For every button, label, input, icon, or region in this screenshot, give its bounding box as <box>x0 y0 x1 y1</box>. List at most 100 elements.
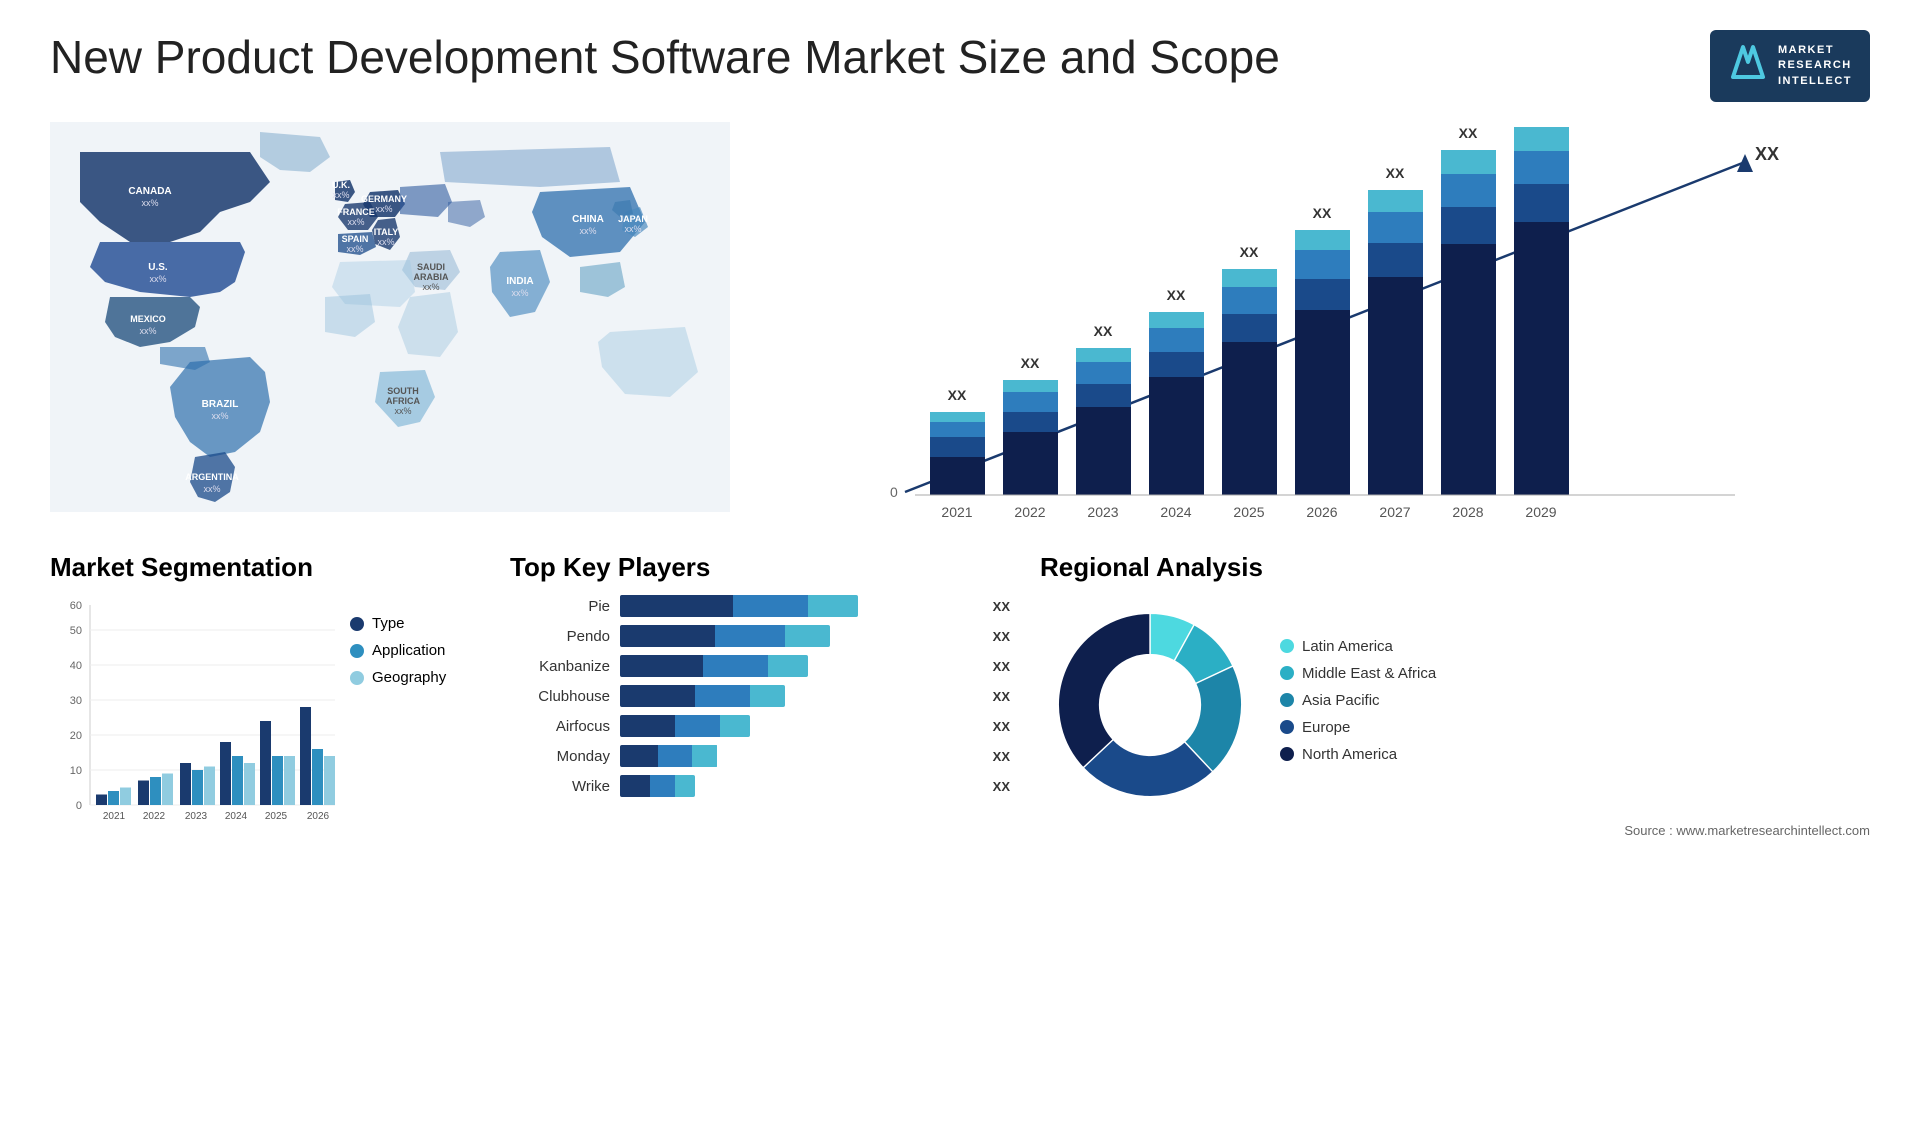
svg-text:AFRICA: AFRICA <box>386 396 420 406</box>
svg-text:xx%: xx% <box>511 288 528 298</box>
legend-dot <box>1280 666 1294 680</box>
bar-seg-light <box>720 715 750 737</box>
svg-text:xx%: xx% <box>139 326 156 336</box>
svg-text:XX: XX <box>948 387 967 403</box>
player-row: KanbanizeXX <box>510 655 1010 677</box>
svg-text:ARABIA: ARABIA <box>414 272 449 282</box>
svg-text:xx%: xx% <box>346 244 363 254</box>
player-bar-segments <box>620 655 808 677</box>
key-players-title: Top Key Players <box>510 552 1010 583</box>
regional-legend: Latin America Middle East & Africa Asia Pa… <box>1280 638 1436 773</box>
svg-text:xx%: xx% <box>203 484 220 494</box>
svg-text:SAUDI: SAUDI <box>417 262 445 272</box>
seg-dot-application <box>350 644 364 658</box>
svg-text:2023: 2023 <box>185 811 208 822</box>
player-bar-segments <box>620 715 750 737</box>
svg-text:xx%: xx% <box>141 198 158 208</box>
svg-text:SPAIN: SPAIN <box>342 234 369 244</box>
svg-text:2028: 2028 <box>1452 504 1483 520</box>
regional-title: Regional Analysis <box>1040 552 1870 583</box>
legend-dot <box>1280 693 1294 707</box>
seg-label-geography: Geography <box>372 669 446 686</box>
svg-text:INDIA: INDIA <box>506 276 533 287</box>
svg-text:2026: 2026 <box>307 811 330 822</box>
legend-dot <box>1280 747 1294 761</box>
svg-text:2022: 2022 <box>143 811 166 822</box>
svg-text:0: 0 <box>76 800 82 812</box>
svg-text:XX: XX <box>1167 287 1186 303</box>
bar-seg-dark <box>620 685 695 707</box>
seg-legend: Type Application Geography <box>350 615 446 696</box>
svg-text:xx%: xx% <box>624 224 641 234</box>
player-row: PendoXX <box>510 625 1010 647</box>
legend-label: Middle East & Africa <box>1302 665 1436 682</box>
segmentation-section: Market Segmentation 0 10 20 30 40 50 60 <box>50 552 480 845</box>
page: New Product Development Software Market … <box>0 0 1920 1146</box>
seg-dot-geography <box>350 671 364 685</box>
svg-text:xx%: xx% <box>394 406 411 416</box>
bar-chart-container: XX 0 XX 2021 XX 2022 <box>770 122 1870 522</box>
bar-seg-dark <box>620 715 675 737</box>
bar-seg-dark <box>620 625 715 647</box>
regional-legend-item: Europe <box>1280 719 1436 736</box>
svg-text:xx%: xx% <box>422 282 439 292</box>
bar-seg-light <box>768 655 808 677</box>
svg-text:XX: XX <box>1755 144 1779 164</box>
bar-seg-light <box>692 745 717 767</box>
seg-dot-type <box>350 617 364 631</box>
svg-text:U.K.: U.K. <box>332 180 350 190</box>
player-name: Wrike <box>510 778 610 795</box>
bar-seg-mid <box>715 625 785 647</box>
page-title: New Product Development Software Market … <box>50 30 1280 85</box>
legend-dot <box>1280 720 1294 734</box>
bar-seg-dark <box>620 655 703 677</box>
svg-text:xx%: xx% <box>211 411 228 421</box>
svg-text:xx%: xx% <box>377 237 394 247</box>
svg-text:2025: 2025 <box>265 811 288 822</box>
seg-label-application: Application <box>372 642 445 659</box>
svg-text:20: 20 <box>70 730 82 742</box>
seg-legend-geography: Geography <box>350 669 446 686</box>
world-map: CANADA xx% U.S. xx% MEXICO xx% BRAZIL xx… <box>50 122 730 522</box>
svg-text:2029: 2029 <box>1525 504 1556 520</box>
logo-box: MARKET RESEARCH INTELLECT <box>1710 30 1870 102</box>
svg-text:BRAZIL: BRAZIL <box>202 399 239 410</box>
player-bar <box>620 775 977 797</box>
bar-seg-mid <box>658 745 693 767</box>
bar-seg-dark <box>620 745 658 767</box>
legend-label: Latin America <box>1302 638 1393 655</box>
svg-text:ITALY: ITALY <box>374 227 399 237</box>
bottom-row: Market Segmentation 0 10 20 30 40 50 60 <box>50 552 1870 845</box>
svg-text:2021: 2021 <box>103 811 126 822</box>
legend-label: Europe <box>1302 719 1350 736</box>
player-name: Monday <box>510 748 610 765</box>
regional-section: Regional Analysis Latin America Middle Ea… <box>1040 552 1870 838</box>
svg-text:CHINA: CHINA <box>572 214 604 225</box>
player-xx-label: XX <box>993 629 1010 644</box>
svg-text:30: 30 <box>70 695 82 707</box>
logo-m-icon <box>1728 42 1768 90</box>
svg-text:U.S.: U.S. <box>148 262 168 273</box>
player-bar <box>620 715 977 737</box>
player-bar-segments <box>620 775 695 797</box>
legend-dot <box>1280 639 1294 653</box>
svg-text:60: 60 <box>70 600 82 612</box>
player-xx-label: XX <box>993 779 1010 794</box>
svg-text:0: 0 <box>890 484 898 500</box>
player-xx-label: XX <box>993 659 1010 674</box>
svg-text:CANADA: CANADA <box>128 186 171 197</box>
regional-inner: Latin America Middle East & Africa Asia Pa… <box>1040 595 1870 815</box>
svg-text:XX: XX <box>1021 355 1040 371</box>
regional-legend-item: North America <box>1280 746 1436 763</box>
player-row: Wrike XX <box>510 775 1010 797</box>
players-list: PieXXPendoXXKanbanizeXXClubhouseXXAirfoc… <box>510 595 1010 797</box>
bar-seg-dark <box>620 595 733 617</box>
regional-legend-item: Asia Pacific <box>1280 692 1436 709</box>
svg-text:XX: XX <box>1240 244 1259 260</box>
seg-legend-type: Type <box>350 615 446 632</box>
bar-seg-mid <box>650 775 675 797</box>
svg-text:FRANCE: FRANCE <box>337 207 375 217</box>
bar-seg-light <box>675 775 695 797</box>
svg-text:40: 40 <box>70 660 82 672</box>
player-row: PieXX <box>510 595 1010 617</box>
